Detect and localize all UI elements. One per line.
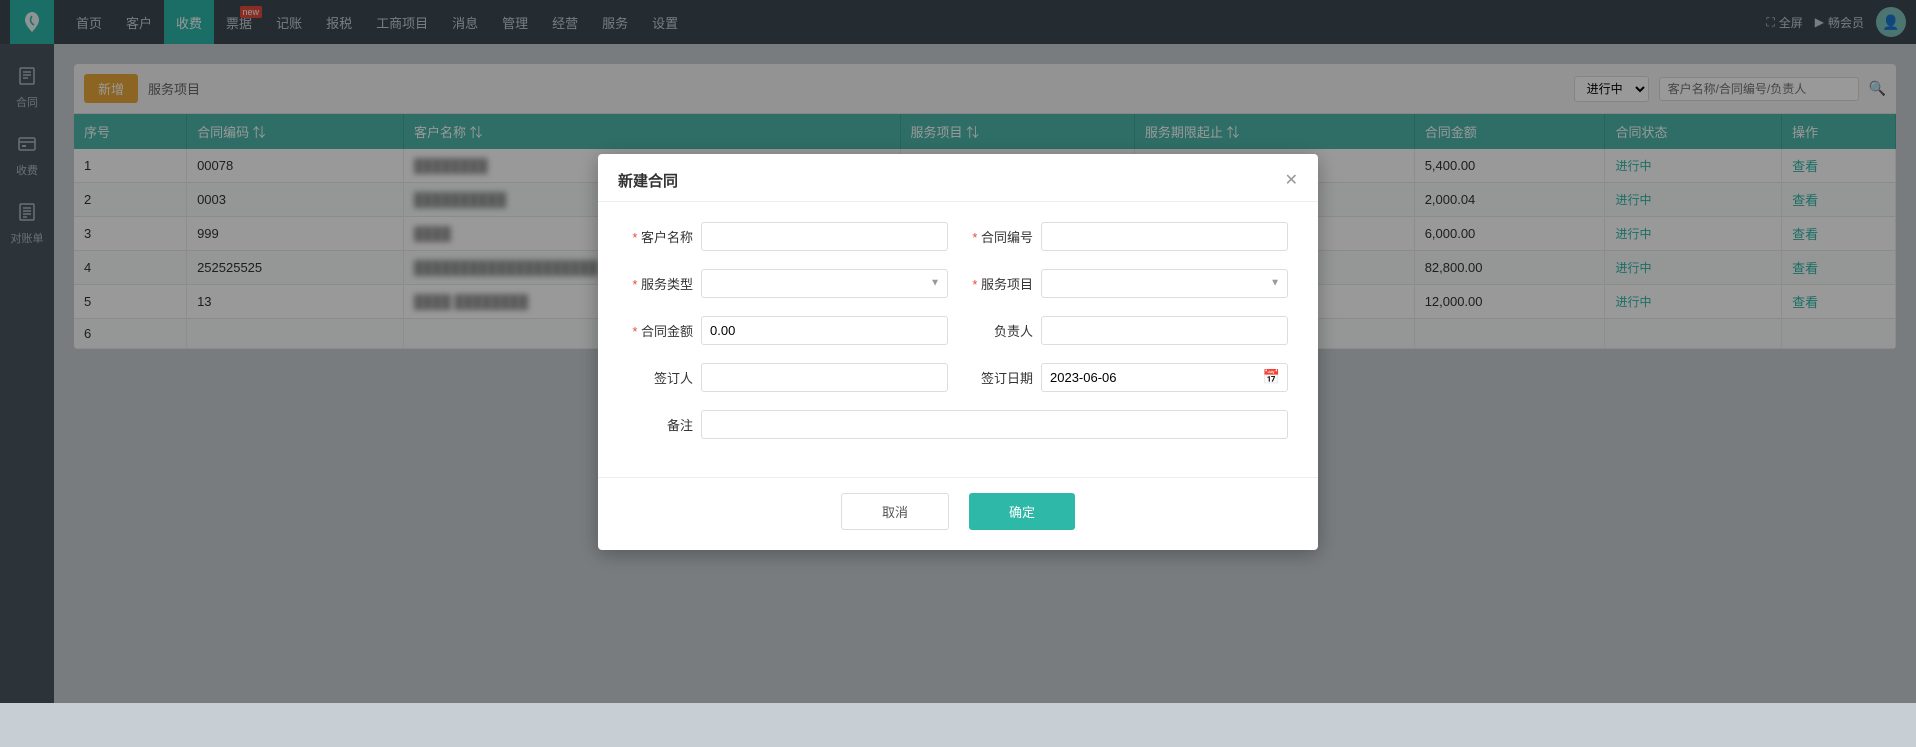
- modal-title: 新建合同: [618, 170, 678, 191]
- modal-overlay: 新建合同 ✕ 客户名称 合同编号 服务类型: [0, 0, 1916, 703]
- remark-label: 备注: [628, 415, 693, 434]
- new-contract-modal: 新建合同 ✕ 客户名称 合同编号 服务类型: [598, 154, 1318, 550]
- form-group-customer: 客户名称: [628, 222, 948, 251]
- amount-label: 合同金额: [628, 321, 693, 340]
- cancel-button[interactable]: 取消: [841, 493, 949, 530]
- service-item-label: 服务项目: [968, 274, 1033, 293]
- form-group-responsible: 负责人: [968, 316, 1288, 345]
- confirm-button[interactable]: 确定: [969, 493, 1075, 530]
- modal-body: 客户名称 合同编号 服务类型: [598, 202, 1318, 477]
- responsible-input[interactable]: [1041, 316, 1288, 345]
- sign-date-wrap: 2023-06-06 📅: [1041, 363, 1288, 392]
- service-type-select[interactable]: [701, 269, 948, 298]
- signer-label: 签订人: [628, 368, 693, 387]
- customer-name-label: 客户名称: [628, 227, 693, 246]
- form-row-2: 服务类型 服务项目: [628, 269, 1288, 298]
- service-item-select[interactable]: [1041, 269, 1288, 298]
- form-group-service-type: 服务类型: [628, 269, 948, 298]
- remark-input[interactable]: [701, 410, 1288, 439]
- form-row-1: 客户名称 合同编号: [628, 222, 1288, 251]
- form-group-amount: 合同金额 0.00: [628, 316, 948, 345]
- contract-no-label: 合同编号: [968, 227, 1033, 246]
- modal-header: 新建合同 ✕: [598, 154, 1318, 202]
- service-type-select-wrap: [701, 269, 948, 298]
- service-type-label: 服务类型: [628, 274, 693, 293]
- responsible-label: 负责人: [968, 321, 1033, 340]
- amount-input[interactable]: 0.00: [701, 316, 948, 345]
- sign-date-label: 签订日期: [968, 368, 1033, 387]
- form-group-sign-date: 签订日期 2023-06-06 📅: [968, 363, 1288, 392]
- form-group-service-item: 服务项目: [968, 269, 1288, 298]
- sign-date-input[interactable]: 2023-06-06: [1041, 363, 1288, 392]
- customer-name-input[interactable]: [701, 222, 948, 251]
- form-row-5: 备注: [628, 410, 1288, 439]
- modal-close-button[interactable]: ✕: [1285, 170, 1298, 190]
- form-group-remark: 备注: [628, 410, 1288, 439]
- form-group-contract-no: 合同编号: [968, 222, 1288, 251]
- form-row-3: 合同金额 0.00 负责人: [628, 316, 1288, 345]
- form-group-signer: 签订人: [628, 363, 948, 392]
- modal-footer: 取消 确定: [598, 477, 1318, 550]
- signer-input[interactable]: [701, 363, 948, 392]
- service-item-select-wrap: [1041, 269, 1288, 298]
- contract-no-input[interactable]: [1041, 222, 1288, 251]
- form-row-4: 签订人 签订日期 2023-06-06 📅: [628, 363, 1288, 392]
